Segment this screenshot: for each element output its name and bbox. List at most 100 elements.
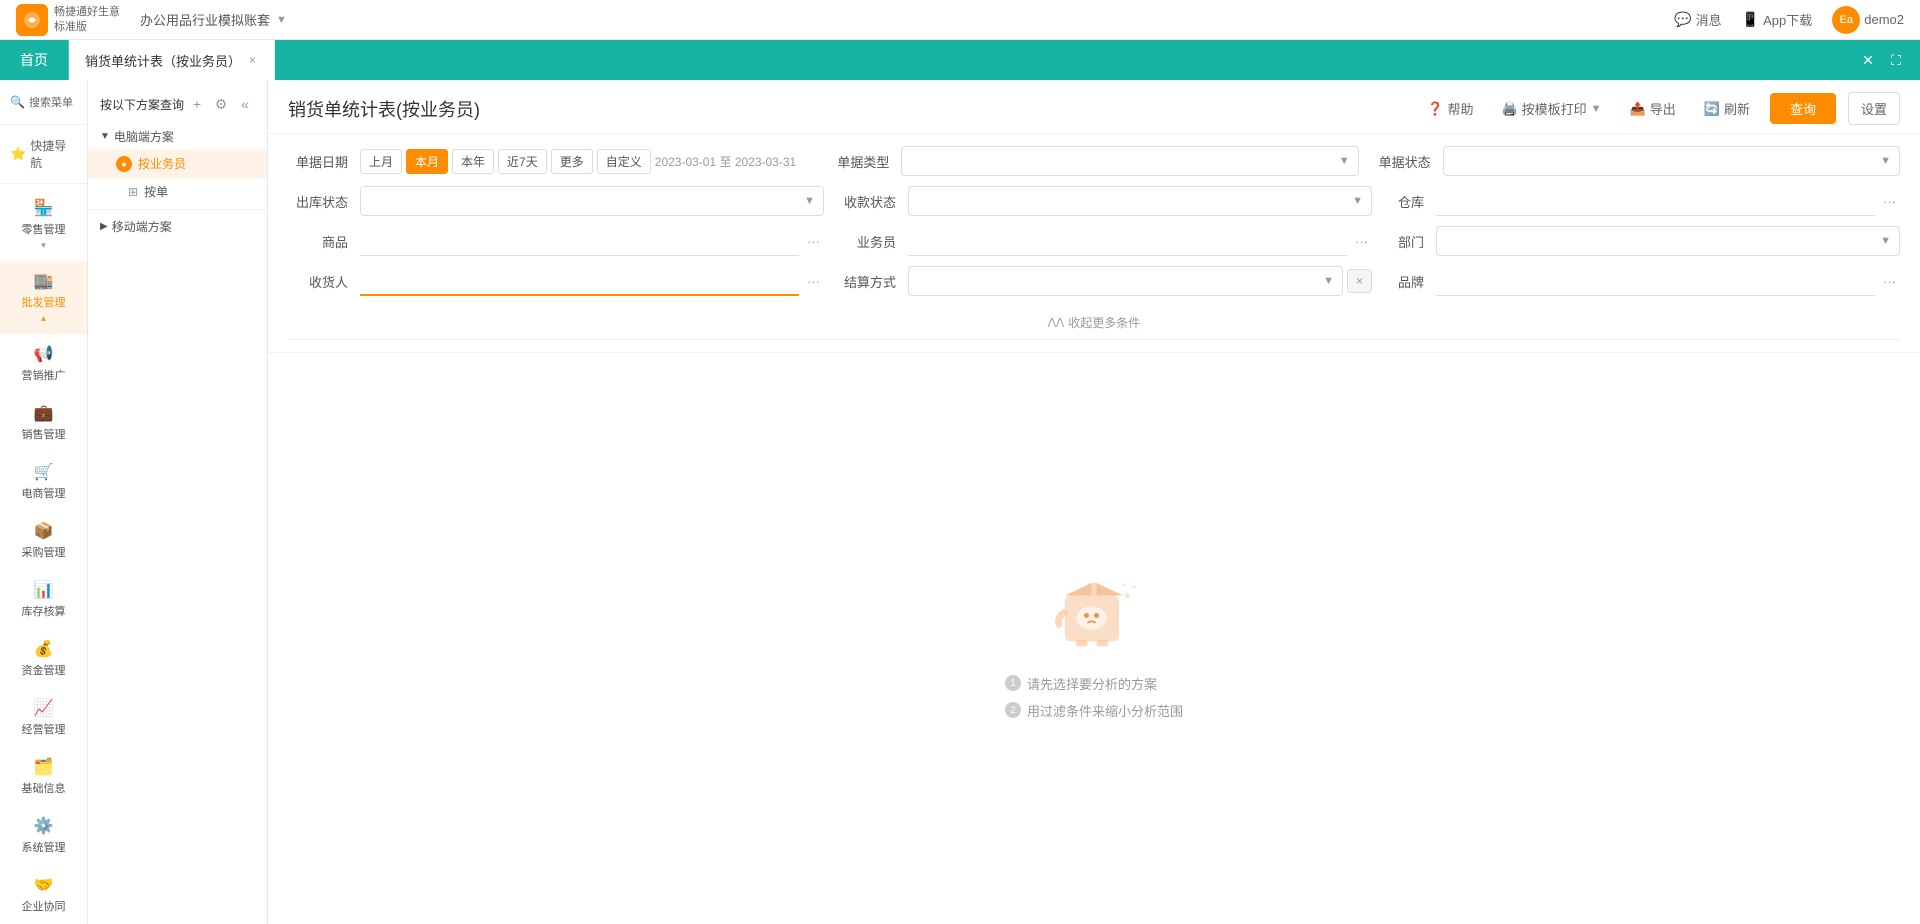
date-current-month[interactable]: 本月 [406,149,448,174]
panel-title: 按以下方案查询 [100,96,184,113]
out-status-control: ▼ [360,186,824,216]
panel-sub-item-order[interactable]: ⊞ 按单 [88,178,267,205]
payment-label: 结算方式 [836,272,896,291]
tab-close-button[interactable]: × [247,51,258,69]
out-status-select[interactable]: ▼ [360,186,824,216]
logo-icon [16,4,48,36]
settings-label: 设置 [1861,99,1887,118]
panel-item-label-salesperson: 按业务员 [138,155,186,172]
consignee-input[interactable] [360,266,799,296]
order-type-control: ▼ [901,146,1358,176]
tab-close-window-button[interactable]: ✕ [1856,48,1880,72]
tag-close-button[interactable]: × [1356,274,1363,288]
sidebar-item-retail[interactable]: 🏪 零售管理 ▾ [0,188,87,261]
warehouse-label: 仓库 [1384,192,1424,211]
settings-button[interactable]: 设置 [1848,92,1900,125]
search-icon: 🔍 [10,95,25,109]
help-button[interactable]: ❓ 帮助 [1419,95,1481,122]
date-more[interactable]: 更多 [551,149,593,174]
product-more-button[interactable]: ··· [803,234,824,249]
order-status-select[interactable]: ▼ [1443,146,1900,176]
sidebar-item-purchase[interactable]: 📦 采购管理 [0,511,87,570]
sidebar-item-label-purchase: 采购管理 [22,544,66,560]
empty-hints: 1 请先选择要分析的方案 2 用过滤条件来缩小分析范围 [1005,674,1183,720]
brand-input[interactable] [1436,266,1875,296]
help-icon: ❓ [1427,101,1443,117]
sidebar-item-marketing[interactable]: 📢 营销推广 [0,334,87,393]
section-arrow-icon: ▼ [100,131,110,142]
order-type-select[interactable]: ▼ [901,146,1358,176]
sidebar-item-label-ecommerce: 电商管理 [22,485,66,501]
print-button[interactable]: 🖨️ 按模板打印 ▼ [1493,95,1609,122]
salesperson-label: 业务员 [836,232,896,251]
sidebar-item-ecommerce[interactable]: 🛒 电商管理 [0,452,87,511]
refresh-button[interactable]: 🔄 刷新 [1696,95,1758,122]
sidebar-item-label-enterprise: 企业协同 [22,898,66,914]
date-label: 单据日期 [288,152,348,171]
sidebar-item-label: 零售管理 [22,221,66,237]
panel-sub-item-label: 按单 [144,183,168,200]
tab-maximize-button[interactable]: ⛶ [1884,48,1908,72]
desktop-section-header[interactable]: ▼ 电脑端方案 [88,124,267,149]
tab-home[interactable]: 首页 [0,40,69,80]
out-status-label: 出库状态 [288,192,348,211]
order-type-label: 单据类型 [829,152,889,171]
hint-text-1: 请先选择要分析的方案 [1027,674,1157,693]
hint-text-2: 用过滤条件来缩小分析范围 [1027,701,1183,720]
query-button[interactable]: 查询 [1770,93,1836,124]
department-control: ▼ [1436,226,1900,256]
collapse-row[interactable]: ⋀⋀ 收起更多条件 [288,306,1900,340]
sidebar-item-enterprise[interactable]: 🤝 企业协同 [0,865,87,924]
avatar: Ea [1832,6,1860,34]
out-status-arrow: ▼ [804,195,815,207]
panel-add-button[interactable]: + [187,94,207,114]
panel-settings-button[interactable]: ⚙ [211,94,231,114]
sidebar: 🔍 搜索菜单 ⭐ 快捷导航 🏪 零售管理 ▾ 🏬 批发管理 ▴ 📢 [0,80,88,924]
account-dropdown-arrow[interactable]: ▼ [276,14,287,26]
date-last-month[interactable]: 上月 [360,149,402,174]
date-current-year[interactable]: 本年 [452,149,494,174]
warehouse-control: ··· [1436,186,1900,216]
consignee-more-button[interactable]: ··· [803,274,824,289]
system-icon: ⚙️ [34,816,54,836]
sidebar-item-label-wholesale: 批发管理 [22,294,66,310]
empty-illustration [1044,558,1144,658]
panel-item-salesperson[interactable]: ● 按业务员 [88,149,267,178]
inventory-icon: 📊 [34,580,54,600]
warehouse-more-button[interactable]: ··· [1879,194,1900,209]
sidebar-item-sales[interactable]: 💼 销售管理 [0,393,87,452]
date-last-7days[interactable]: 近7天 [498,149,547,174]
sidebar-item-basic[interactable]: 🗂️ 基础信息 [0,747,87,806]
sidebar-item-system[interactable]: ⚙️ 系统管理 [0,806,87,865]
user-area[interactable]: Ea demo2 [1832,6,1904,34]
filter-row-1: 单据日期 上月 本月 本年 近7天 更多 自定义 2023- [288,146,1900,176]
sidebar-nav-shortcut[interactable]: ⭐ 快捷导航 [0,129,87,179]
mobile-section: ▶ 移动端方案 [88,209,267,243]
salesperson-more-button[interactable]: ··· [1351,234,1372,249]
sidebar-item-wholesale[interactable]: 🏬 批发管理 ▴ [0,261,87,334]
message-action[interactable]: 💬 消息 [1674,10,1721,29]
product-input[interactable] [360,226,799,256]
sidebar-item-inventory[interactable]: 📊 库存核算 [0,570,87,629]
sidebar-item-finance[interactable]: 💰 资金管理 [0,629,87,688]
department-select[interactable]: ▼ [1436,226,1900,256]
payment-select[interactable]: ▼ [908,266,1343,296]
mobile-section-header[interactable]: ▶ 移动端方案 [88,214,267,239]
sidebar-item-label-operation: 经营管理 [22,721,66,737]
sidebar-item-operation[interactable]: 📈 经营管理 [0,688,87,747]
sidebar-item-label-marketing: 营销推广 [22,367,66,383]
app-download-action[interactable]: 📱 App下载 [1742,10,1813,29]
panel-header: 按以下方案查询 + ⚙ « [88,88,267,120]
right-main: 销货单统计表(按业务员) ❓ 帮助 🖨️ 按模板打印 ▼ 📤 [268,80,1920,924]
panel-collapse-button[interactable]: « [235,94,255,114]
collect-status-select[interactable]: ▼ [908,186,1372,216]
salesperson-input[interactable] [908,226,1347,256]
warehouse-input[interactable] [1436,186,1875,216]
brand-more-button[interactable]: ··· [1879,274,1900,289]
logo-area[interactable]: 畅捷通好生意 标准版 [16,4,120,36]
export-button[interactable]: 📤 导出 [1622,95,1684,122]
refresh-icon: 🔄 [1704,101,1720,117]
date-custom[interactable]: 自定义 [597,149,651,174]
tab-active[interactable]: 销货单统计表（按业务员） × [69,40,275,80]
search-menu-item[interactable]: 🔍 搜索菜单 [0,88,87,116]
